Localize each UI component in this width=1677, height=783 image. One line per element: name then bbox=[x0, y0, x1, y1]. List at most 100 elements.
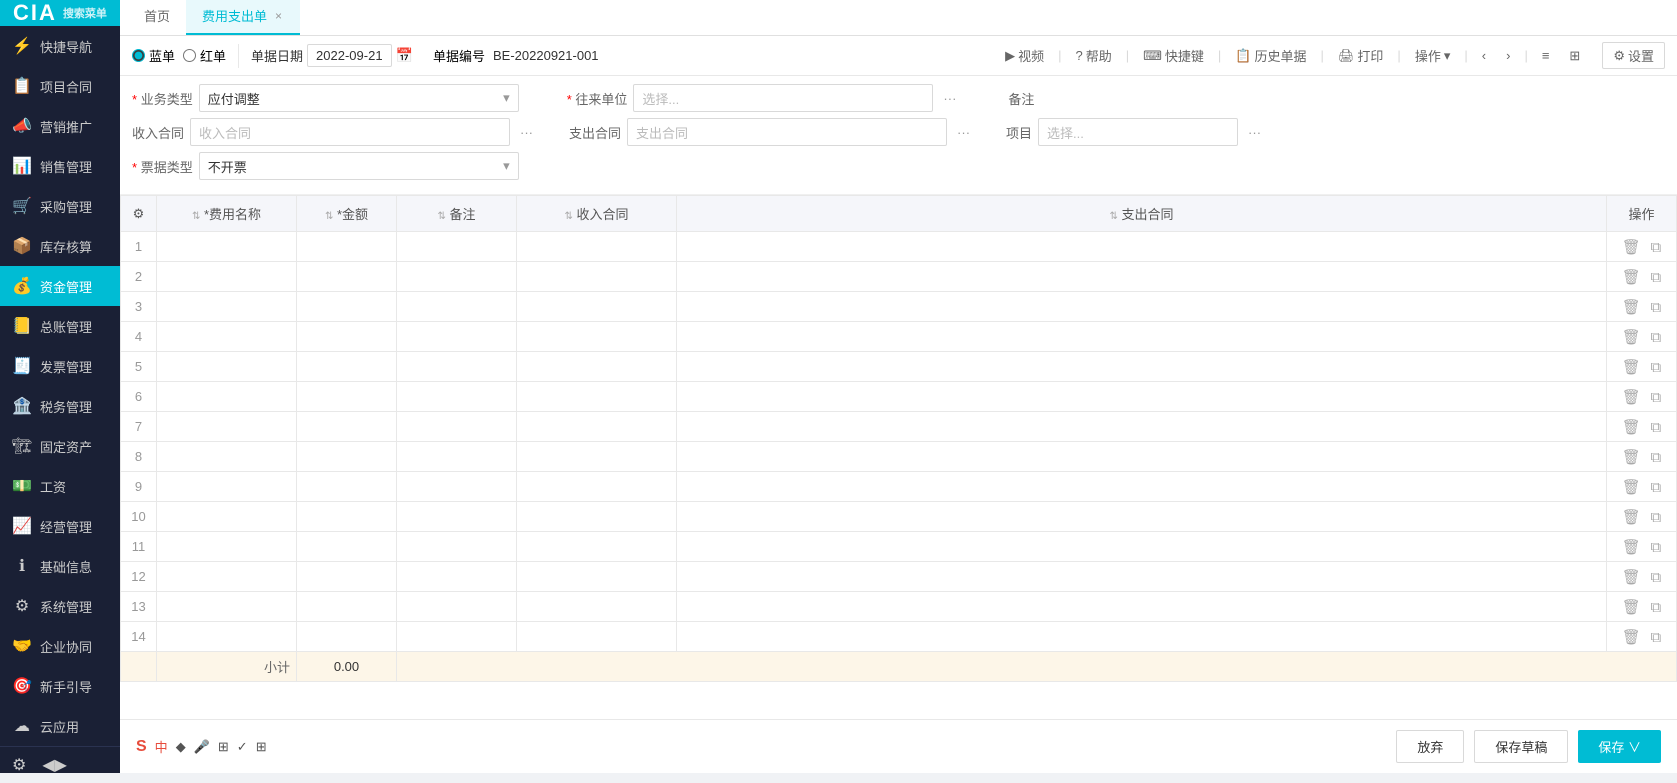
copy-row-icon[interactable]: ⧉ bbox=[1647, 239, 1664, 256]
expense-name-cell[interactable] bbox=[157, 502, 297, 532]
copy-row-icon[interactable]: ⧉ bbox=[1647, 389, 1664, 406]
amount-cell[interactable] bbox=[297, 502, 397, 532]
delete-row-icon[interactable]: 🗑 bbox=[1619, 389, 1644, 406]
history-btn[interactable]: 📋 历史单据 bbox=[1229, 44, 1312, 67]
sidebar-item-purchase-mgmt[interactable]: 🛒 采购管理 bbox=[0, 186, 120, 226]
expense-name-cell[interactable] bbox=[157, 472, 297, 502]
expense-name-cell[interactable] bbox=[157, 382, 297, 412]
expense-contract-cell[interactable] bbox=[677, 592, 1607, 622]
remark-cell[interactable] bbox=[397, 472, 517, 502]
income-contract-input[interactable]: 收入合同 bbox=[190, 118, 510, 146]
nav-next-btn[interactable]: › bbox=[1500, 46, 1516, 65]
remark-sort[interactable]: ⇅ bbox=[437, 211, 445, 222]
date-value[interactable]: 2022-09-21 bbox=[307, 44, 392, 67]
sidebar-item-salary[interactable]: 💵 工资 bbox=[0, 466, 120, 506]
delete-row-icon[interactable]: 🗑 bbox=[1619, 239, 1644, 256]
amount-cell[interactable] bbox=[297, 262, 397, 292]
amount-cell[interactable] bbox=[297, 442, 397, 472]
tab-expense-form[interactable]: 费用支出单 × bbox=[186, 0, 300, 35]
expense-name-cell[interactable] bbox=[157, 622, 297, 652]
expense-name-sort[interactable]: ⇅ bbox=[192, 211, 200, 222]
remark-cell[interactable] bbox=[397, 352, 517, 382]
income-contract-cell[interactable] bbox=[517, 262, 677, 292]
income-contract-cell[interactable] bbox=[517, 352, 677, 382]
remark-cell[interactable] bbox=[397, 592, 517, 622]
radio-blue-input[interactable] bbox=[132, 49, 145, 62]
income-contract-cell[interactable] bbox=[517, 622, 677, 652]
amount-cell[interactable] bbox=[297, 382, 397, 412]
expense-contract-more-btn[interactable]: ··· bbox=[953, 125, 974, 140]
remark-cell[interactable] bbox=[397, 622, 517, 652]
delete-row-icon[interactable]: 🗑 bbox=[1619, 329, 1644, 346]
income-contract-cell[interactable] bbox=[517, 592, 677, 622]
expense-contract-cell[interactable] bbox=[677, 472, 1607, 502]
copy-row-icon[interactable]: ⧉ bbox=[1647, 599, 1664, 616]
sidebar-item-cloud-apps[interactable]: ☁ 云应用 bbox=[0, 706, 120, 746]
sidebar-item-invoice-mgmt[interactable]: 🧾 发票管理 bbox=[0, 346, 120, 386]
sidebar-item-new-guide[interactable]: 🎯 新手引导 bbox=[0, 666, 120, 706]
help-btn[interactable]: ? 帮助 bbox=[1069, 44, 1117, 67]
copy-row-icon[interactable]: ⧉ bbox=[1647, 359, 1664, 376]
sidebar-item-basic-info[interactable]: ℹ 基础信息 bbox=[0, 546, 120, 586]
expense-contract-cell[interactable] bbox=[677, 382, 1607, 412]
print-btn[interactable]: 🖨 打印 bbox=[1332, 44, 1390, 67]
sidebar-item-enterprise-coop[interactable]: 🤝 企业协同 bbox=[0, 626, 120, 666]
income-contract-cell[interactable] bbox=[517, 532, 677, 562]
expense-contract-cell[interactable] bbox=[677, 562, 1607, 592]
shortcut-btn[interactable]: ⌨ 快捷键 bbox=[1137, 44, 1210, 67]
income-contract-cell[interactable] bbox=[517, 442, 677, 472]
expense-contract-sort[interactable]: ⇅ bbox=[1109, 211, 1117, 222]
expense-name-cell[interactable] bbox=[157, 232, 297, 262]
expense-contract-cell[interactable] bbox=[677, 502, 1607, 532]
volume-icon[interactable]: ◀▶ bbox=[42, 755, 67, 775]
sidebar-item-inventory[interactable]: 📦 库存核算 bbox=[0, 226, 120, 266]
copy-row-icon[interactable]: ⧉ bbox=[1647, 299, 1664, 316]
project-input[interactable]: 选择... bbox=[1038, 118, 1238, 146]
copy-row-icon[interactable]: ⧉ bbox=[1647, 449, 1664, 466]
delete-row-icon[interactable]: 🗑 bbox=[1619, 449, 1644, 466]
expense-contract-cell[interactable] bbox=[677, 322, 1607, 352]
delete-row-icon[interactable]: 🗑 bbox=[1619, 629, 1644, 646]
income-contract-cell[interactable] bbox=[517, 292, 677, 322]
delete-row-icon[interactable]: 🗑 bbox=[1619, 419, 1644, 436]
income-contract-cell[interactable] bbox=[517, 562, 677, 592]
expense-contract-cell[interactable] bbox=[677, 232, 1607, 262]
remark-cell[interactable] bbox=[397, 382, 517, 412]
delete-row-icon[interactable]: 🗑 bbox=[1619, 299, 1644, 316]
copy-row-icon[interactable]: ⧉ bbox=[1647, 479, 1664, 496]
amount-sort[interactable]: ⇅ bbox=[325, 211, 333, 222]
sidebar-item-project-contract[interactable]: 📋 项目合同 bbox=[0, 66, 120, 106]
delete-row-icon[interactable]: 🗑 bbox=[1619, 269, 1644, 286]
amount-cell[interactable] bbox=[297, 352, 397, 382]
delete-row-icon[interactable]: 🗑 bbox=[1619, 509, 1644, 526]
income-contract-cell[interactable] bbox=[517, 412, 677, 442]
remark-cell[interactable] bbox=[397, 442, 517, 472]
remark-cell[interactable] bbox=[397, 322, 517, 352]
remark-cell[interactable] bbox=[397, 502, 517, 532]
income-contract-more-btn[interactable]: ··· bbox=[516, 125, 537, 140]
sidebar-item-business-mgmt[interactable]: 📈 经营管理 bbox=[0, 506, 120, 546]
delete-row-icon[interactable]: 🗑 bbox=[1619, 539, 1644, 556]
close-tab-icon[interactable]: × bbox=[273, 9, 284, 23]
copy-row-icon[interactable]: ⧉ bbox=[1647, 419, 1664, 436]
copy-row-icon[interactable]: ⧉ bbox=[1647, 269, 1664, 286]
remark-cell[interactable] bbox=[397, 232, 517, 262]
save-button[interactable]: 保存 ∨ bbox=[1578, 730, 1661, 763]
gear-column-header[interactable]: ⚙ bbox=[121, 196, 157, 232]
sidebar-item-fund-mgmt[interactable]: 💰 资金管理 bbox=[0, 266, 120, 306]
amount-cell[interactable] bbox=[297, 292, 397, 322]
sidebar-item-sales-promotion[interactable]: 📣 营销推广 bbox=[0, 106, 120, 146]
amount-cell[interactable] bbox=[297, 562, 397, 592]
remark-cell[interactable] bbox=[397, 562, 517, 592]
remark-cell[interactable] bbox=[397, 412, 517, 442]
sidebar-item-fixed-assets[interactable]: 🏗 固定资产 bbox=[0, 426, 120, 466]
sidebar-item-accounting[interactable]: 📒 总账管理 bbox=[0, 306, 120, 346]
radio-red-label[interactable]: 红单 bbox=[183, 46, 226, 65]
amount-cell[interactable] bbox=[297, 592, 397, 622]
sidebar-item-sales-mgmt[interactable]: 📊 销售管理 bbox=[0, 146, 120, 186]
sidebar-item-system-mgmt[interactable]: ⚙ 系统管理 bbox=[0, 586, 120, 626]
amount-cell[interactable] bbox=[297, 532, 397, 562]
expense-contract-cell[interactable] bbox=[677, 622, 1607, 652]
settings-button[interactable]: ⚙ 设置 bbox=[1602, 42, 1665, 69]
copy-row-icon[interactable]: ⧉ bbox=[1647, 329, 1664, 346]
